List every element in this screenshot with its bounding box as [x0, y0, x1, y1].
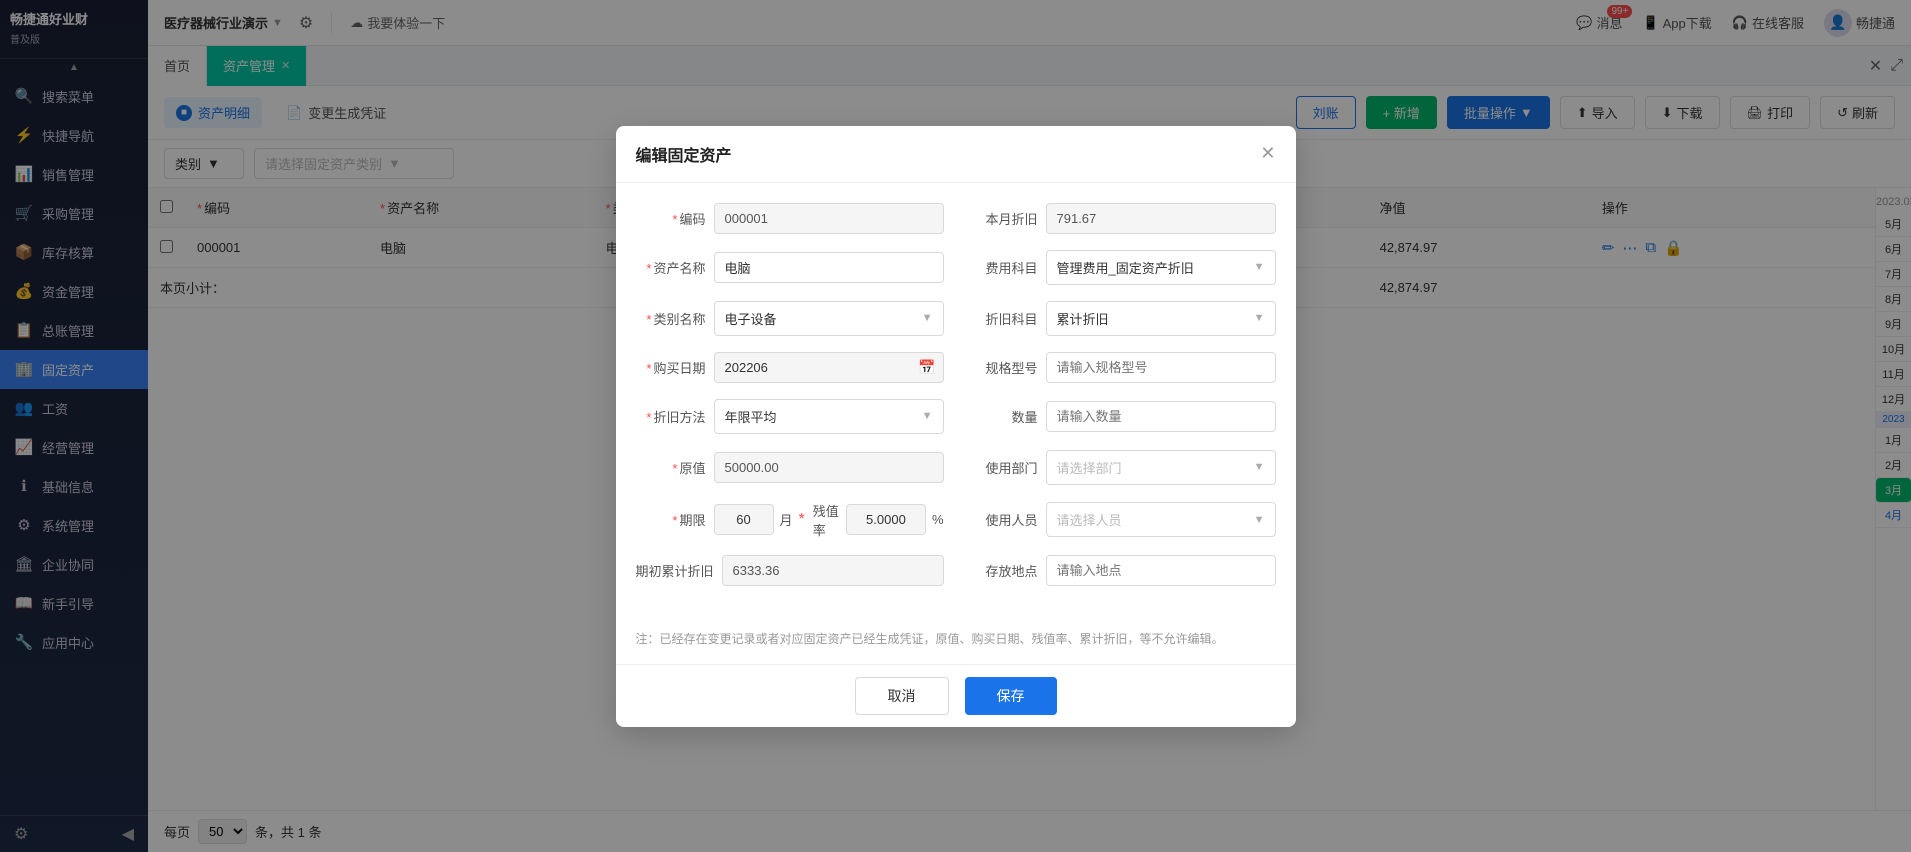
form-group-period: 期限 月 * 残值率 % [636, 501, 944, 539]
expense-account-select[interactable]: 管理费用_固定资产折旧 ▼ [1046, 250, 1276, 285]
form-row-7: 期限 月 * 残值率 % 使用人员 请选择人员 ▼ [636, 501, 1276, 539]
department-arrow: ▼ [1254, 461, 1265, 473]
modal-footer: 取消 保存 [616, 664, 1296, 727]
form-group-original-value: 原值 [636, 450, 944, 485]
period-input[interactable] [714, 504, 774, 535]
edit-asset-modal: 编辑固定资产 ✕ 编码 本月折旧 资产名称 [616, 126, 1296, 727]
form-row-1: 编码 本月折旧 [636, 203, 1276, 234]
code-input[interactable] [714, 203, 944, 234]
user-arrow: ▼ [1254, 514, 1265, 526]
residual-rate-label: 残值率 [813, 501, 840, 539]
form-group-asset-name: 资产名称 [636, 250, 944, 285]
department-label: 使用部门 [968, 458, 1038, 477]
form-group-purchase-date: 购买日期 📅 [636, 352, 944, 383]
purchase-date-input[interactable] [714, 352, 944, 383]
asset-name-input[interactable] [714, 252, 944, 283]
expense-account-label: 费用科目 [968, 258, 1038, 277]
form-group-dep-account: 折旧科目 累计折旧 ▼ [968, 301, 1276, 336]
form-group-user: 使用人员 请选择人员 ▼ [968, 501, 1276, 539]
form-row-5: 折旧方法 年限平均 ▼ 数量 [636, 399, 1276, 434]
dep-account-arrow: ▼ [1254, 312, 1265, 324]
quantity-label: 数量 [968, 407, 1038, 426]
cancel-button[interactable]: 取消 [855, 677, 949, 715]
modal-body: 编码 本月折旧 资产名称 费用科目 管理费用_固定资产折旧 [616, 183, 1296, 622]
form-group-expense-account: 费用科目 管理费用_固定资产折旧 ▼ [968, 250, 1276, 285]
quantity-input[interactable] [1046, 401, 1276, 432]
save-button[interactable]: 保存 [965, 677, 1057, 715]
category-select[interactable]: 电子设备 ▼ [714, 301, 944, 336]
user-label: 使用人员 [968, 510, 1038, 529]
form-group-location: 存放地点 [968, 555, 1276, 586]
spec-input[interactable] [1046, 352, 1276, 383]
code-label: 编码 [636, 209, 706, 228]
modal-overlay: 编辑固定资产 ✕ 编码 本月折旧 资产名称 [0, 0, 1911, 852]
department-select[interactable]: 请选择部门 ▼ [1046, 450, 1276, 485]
form-group-spec: 规格型号 [968, 352, 1276, 383]
dep-method-label: 折旧方法 [636, 407, 706, 426]
form-group-dep-method: 折旧方法 年限平均 ▼ [636, 399, 944, 434]
form-group-category: 类别名称 电子设备 ▼ [636, 301, 944, 336]
expense-account-arrow: ▼ [1254, 261, 1265, 273]
form-row-2: 资产名称 费用科目 管理费用_固定资产折旧 ▼ [636, 250, 1276, 285]
purchase-date-wrapper: 📅 [714, 352, 944, 383]
dep-account-select[interactable]: 累计折旧 ▼ [1046, 301, 1276, 336]
form-group-department: 使用部门 请选择部门 ▼ [968, 450, 1276, 485]
period-inline: 月 * 残值率 % [714, 501, 944, 539]
calendar-icon[interactable]: 📅 [918, 359, 935, 376]
form-row-3: 类别名称 电子设备 ▼ 折旧科目 累计折旧 ▼ [636, 301, 1276, 336]
location-input[interactable] [1046, 555, 1276, 586]
residual-req-star: * [799, 511, 805, 529]
form-group-accum-dep: 期初累计折旧 [636, 555, 944, 586]
modal-header: 编辑固定资产 ✕ [616, 126, 1296, 183]
form-row-8: 期初累计折旧 存放地点 [636, 555, 1276, 586]
dep-account-label: 折旧科目 [968, 309, 1038, 328]
dep-method-arrow: ▼ [922, 410, 933, 422]
original-value-input[interactable] [714, 452, 944, 483]
accum-dep-label: 期初累计折旧 [636, 561, 714, 580]
category-label: 类别名称 [636, 309, 706, 328]
asset-name-label: 资产名称 [636, 258, 706, 277]
form-row-6: 原值 使用部门 请选择部门 ▼ [636, 450, 1276, 485]
accum-dep-input[interactable] [722, 555, 944, 586]
original-value-label: 原值 [636, 458, 706, 477]
monthly-dep-label: 本月折旧 [968, 209, 1038, 228]
period-label: 期限 [636, 510, 706, 529]
form-group-monthly-dep: 本月折旧 [968, 203, 1276, 234]
form-group-quantity: 数量 [968, 399, 1276, 434]
location-label: 存放地点 [968, 561, 1038, 580]
form-group-code: 编码 [636, 203, 944, 234]
dep-method-select[interactable]: 年限平均 ▼ [714, 399, 944, 434]
category-arrow: ▼ [922, 312, 933, 324]
residual-rate-unit: % [932, 512, 944, 527]
monthly-dep-input [1046, 203, 1276, 234]
form-row-4: 购买日期 📅 规格型号 [636, 352, 1276, 383]
period-unit: 月 [780, 510, 793, 529]
residual-rate-input[interactable] [846, 504, 926, 535]
modal-title: 编辑固定资产 [636, 142, 732, 166]
modal-note: 注：已经存在变更记录或者对应固定资产已经生成凭证，原值、购买日期、残值率、累计折… [616, 622, 1296, 664]
spec-label: 规格型号 [968, 358, 1038, 377]
user-select[interactable]: 请选择人员 ▼ [1046, 502, 1276, 537]
modal-close-button[interactable]: ✕ [1260, 143, 1275, 164]
purchase-date-label: 购买日期 [636, 358, 706, 377]
